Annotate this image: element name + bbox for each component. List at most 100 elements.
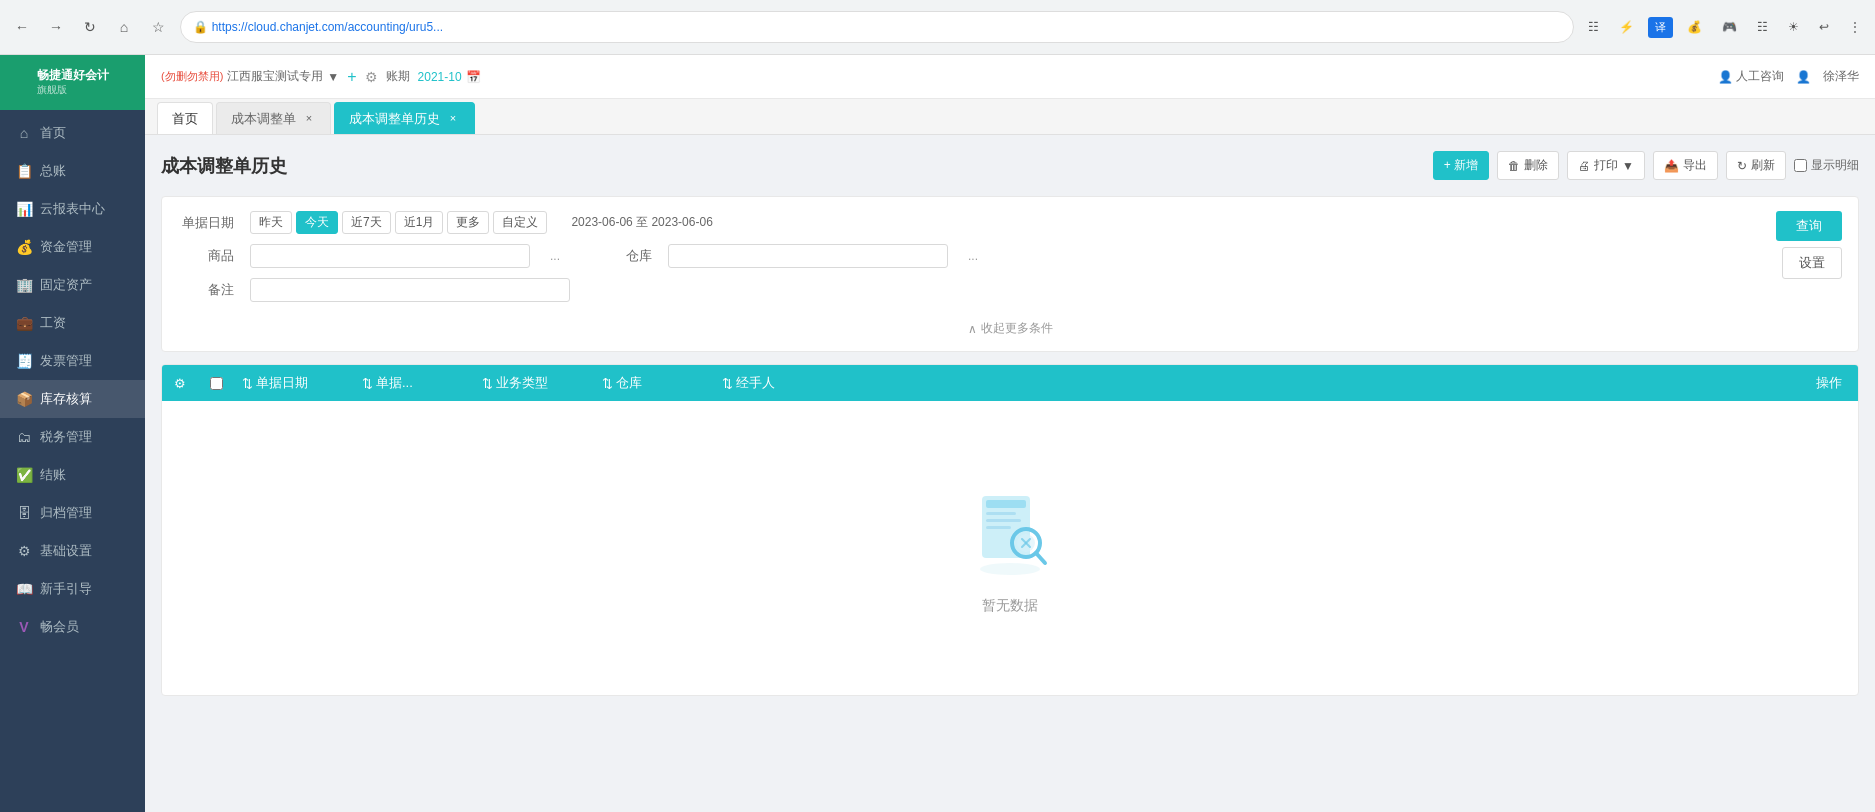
th-warehouse[interactable]: ⇅ 仓库 [594,374,714,392]
brightness-icon[interactable]: ☀ [1782,16,1805,38]
tab-cost-adjust-history[interactable]: 成本调整单历史 × [334,102,475,134]
user-service-btn[interactable]: 👤 人工咨询 [1718,68,1784,85]
tab-cost-adjust-close[interactable]: × [302,112,316,126]
logo-sub-text: 旗舰版 [37,83,109,97]
browser-chrome: ← → ↻ ⌂ ☆ 🔒 https://cloud.chanjet.com/ac… [0,0,1875,55]
date-tab-yesterday[interactable]: 昨天 [250,211,292,234]
sidebar-item-home[interactable]: ⌂ 首页 [0,114,145,152]
home-button[interactable]: ⌂ [110,13,138,41]
sidebar-item-basic[interactable]: ⚙ 基础设置 [0,532,145,570]
print-button[interactable]: 🖨 打印 ▼ [1567,151,1645,180]
warehouse-input[interactable] [668,244,948,268]
asset-icon: 🏢 [16,277,32,293]
tab-home-label: 首页 [172,110,198,128]
collapse-button[interactable]: ∧ 收起更多条件 [968,320,1053,337]
table-header: ⚙ ⇅ 单据日期 ⇅ 单据... ⇅ 业务类型 [162,365,1858,401]
hotkey-icon[interactable]: ⚡ [1613,16,1640,38]
th-date[interactable]: ⇅ 单据日期 [234,374,354,392]
history-icon[interactable]: ↩ [1813,16,1835,38]
add-company-btn[interactable]: + [347,68,356,86]
archive-icon: 🗄 [16,505,32,521]
warehouse-more[interactable]: ... [968,249,978,263]
star-button[interactable]: ☆ [144,13,172,41]
company-selector[interactable]: (勿删勿禁用) 江西服宝测试专用 ▼ [161,68,339,85]
filter-settings-button[interactable]: 设置 [1782,247,1842,279]
extension-icon[interactable]: ☷ [1582,16,1605,38]
apps-icon[interactable]: ☷ [1751,16,1774,38]
sidebar-item-vip[interactable]: V 畅会员 [0,608,145,646]
date-tab-1month[interactable]: 近1月 [395,211,444,234]
tab-home[interactable]: 首页 [157,102,213,134]
th-type[interactable]: ⇅ 业务类型 [474,374,594,392]
display-toggle[interactable]: 显示明细 [1794,157,1859,174]
export-icon: 📤 [1664,159,1679,173]
table-select-all[interactable] [198,377,234,390]
select-all-checkbox[interactable] [210,377,223,390]
th-ops: 操作 [1816,374,1858,392]
filter-card: 单据日期 昨天 今天 近7天 近1月 更多 自定义 2023-06-06 至 2… [161,196,1859,352]
sidebar-item-checkout[interactable]: ✅ 结账 [0,456,145,494]
tab-cost-adjust-history-close[interactable]: × [446,112,460,126]
sidebar-item-ledger[interactable]: 📋 总账 [0,152,145,190]
page-actions: + 新增 🗑 删除 🖨 打印 ▼ 📤 导出 ↻ [1433,151,1859,180]
svg-rect-4 [986,519,1021,522]
sidebar-item-inventory[interactable]: 📦 库存核算 [0,380,145,418]
note-input[interactable] [250,278,570,302]
top-bar: (勿删勿禁用) 江西服宝测试专用 ▼ + ⚙ 账期 2021-10 📅 👤 人工… [145,55,1875,99]
refresh-icon: ↻ [1737,159,1747,173]
export-button[interactable]: 📤 导出 [1653,151,1718,180]
page-header: 成本调整单历史 + 新增 🗑 删除 🖨 打印 ▼ 📤 导出 [161,151,1859,180]
salary-icon: 💼 [16,315,32,331]
new-button[interactable]: + 新增 [1433,151,1489,180]
forward-button[interactable]: → [42,13,70,41]
tab-cost-adjust[interactable]: 成本调整单 × [216,102,331,134]
sidebar-item-invoice[interactable]: 🧾 发票管理 [0,342,145,380]
query-button[interactable]: 查询 [1776,211,1842,241]
settings-company-icon[interactable]: ⚙ [365,69,378,85]
app-wrapper: 畅捷通好会计 旗舰版 ⌂ 首页 📋 总账 📊 云报表中心 💰 资金管理 � [0,55,1875,812]
th-number[interactable]: ⇅ 单据... [354,374,474,392]
table-settings-icon[interactable]: ⚙ [162,376,198,391]
gear-icon: ⚙ [174,376,186,391]
date-tabs: 昨天 今天 近7天 近1月 更多 自定义 [250,211,547,234]
goods-input[interactable] [250,244,530,268]
goods-filter-label: 商品 [178,247,234,265]
empty-text: 暂无数据 [982,597,1038,615]
refresh-button[interactable]: ↻ [76,13,104,41]
date-tab-7days[interactable]: 近7天 [342,211,391,234]
delete-icon: 🗑 [1508,159,1520,173]
th-person[interactable]: ⇅ 经手人 [714,374,834,392]
translate-icon[interactable]: 译 [1648,17,1673,38]
sort-icon-warehouse: ⇅ [602,376,613,391]
game-icon[interactable]: 🎮 [1716,16,1743,38]
date-tab-custom[interactable]: 自定义 [493,211,547,234]
sidebar-item-asset[interactable]: 🏢 固定资产 [0,266,145,304]
logo-main-text: 畅捷通好会计 [37,68,109,84]
sidebar-item-report[interactable]: 📊 云报表中心 [0,190,145,228]
back-button[interactable]: ← [8,13,36,41]
menu-icon[interactable]: ⋮ [1843,16,1867,38]
address-bar[interactable]: 🔒 https://cloud.chanjet.com/accounting/u… [180,11,1574,43]
delete-button[interactable]: 🗑 删除 [1497,151,1559,180]
svg-rect-3 [986,512,1016,515]
ledger-icon: 📋 [16,163,32,179]
calendar-icon[interactable]: 📅 [466,70,481,84]
date-tab-today[interactable]: 今天 [296,211,338,234]
display-toggle-checkbox[interactable] [1794,159,1807,172]
sort-up-icon: ⇅ [242,376,253,391]
sidebar-item-tax[interactable]: 🗂 税务管理 [0,418,145,456]
date-tab-more[interactable]: 更多 [447,211,489,234]
user-avatar[interactable]: 👤 [1796,70,1811,84]
sidebar-item-salary[interactable]: 💼 工资 [0,304,145,342]
wallet-icon[interactable]: 💰 [1681,16,1708,38]
sort-icon: ⇅ [362,376,373,391]
sidebar-item-fund[interactable]: 💰 资金管理 [0,228,145,266]
tax-icon: 🗂 [16,429,32,445]
invoice-icon: 🧾 [16,353,32,369]
sidebar-item-guide[interactable]: 📖 新手引导 [0,570,145,608]
sidebar-item-archive[interactable]: 🗄 归档管理 [0,494,145,532]
goods-more[interactable]: ... [550,249,560,263]
refresh-button[interactable]: ↻ 刷新 [1726,151,1786,180]
page-title: 成本调整单历史 [161,154,287,178]
top-bar-right: 👤 人工咨询 👤 徐泽华 [1718,68,1859,85]
